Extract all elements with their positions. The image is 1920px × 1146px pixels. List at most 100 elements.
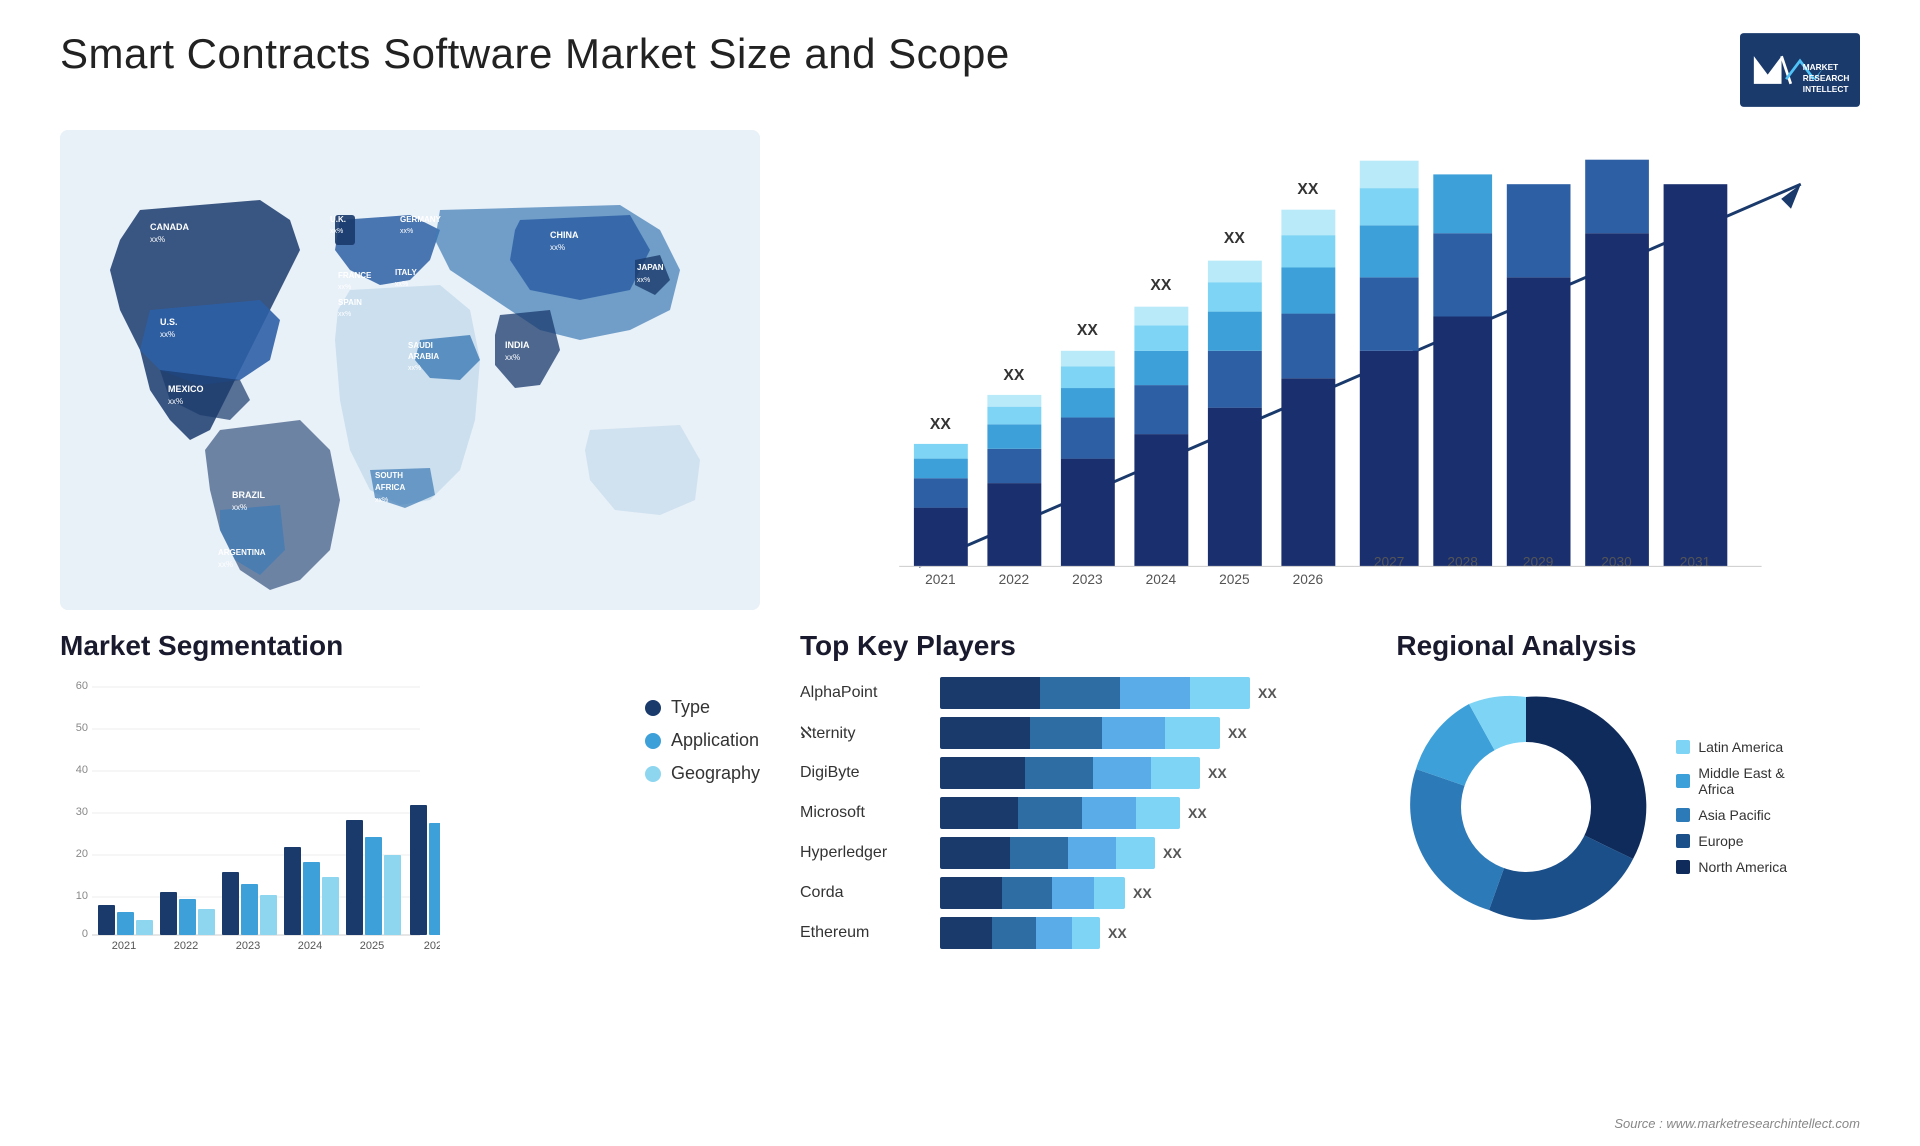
svg-text:RESEARCH: RESEARCH [1803, 73, 1850, 83]
table-row: ℵternity XX [800, 717, 1356, 749]
svg-text:FRANCE: FRANCE [338, 271, 372, 280]
legend-color [1676, 808, 1690, 822]
svg-text:SPAIN: SPAIN [338, 298, 362, 307]
player-bar-container: XX [940, 677, 1356, 709]
segmentation-section: 60 50 40 30 20 10 0 [60, 677, 760, 962]
player-bar [940, 877, 1125, 909]
player-bar-container: XX [940, 837, 1356, 869]
svg-text:GERMANY: GERMANY [400, 215, 442, 224]
main-content: CANADA xx% U.S. xx% MEXICO xx% BRAZIL xx… [60, 130, 1860, 962]
svg-text:ARABIA: ARABIA [408, 352, 439, 361]
player-name: DigiByte [800, 764, 930, 782]
svg-text:60: 60 [76, 680, 88, 692]
legend-label-application: Application [671, 730, 759, 751]
players-section: Top Key Players AlphaPoint XX [800, 630, 1356, 962]
svg-text:10: 10 [76, 890, 88, 902]
player-name: Microsoft [800, 804, 930, 822]
svg-text:xx%: xx% [160, 330, 175, 339]
svg-text:ARGENTINA: ARGENTINA [218, 548, 266, 557]
svg-text:SAUDI: SAUDI [408, 341, 433, 350]
legend-color [1676, 774, 1690, 788]
regional-section: Regional Analysis [1396, 630, 1860, 962]
svg-text:XX: XX [1150, 277, 1171, 294]
svg-text:JAPAN: JAPAN [637, 263, 664, 272]
donut-area: Latin America Middle East & Africa Asia … [1396, 677, 1860, 937]
legend-label-geography: Geography [671, 763, 760, 784]
page-container: Smart Contracts Software Market Size and… [0, 0, 1920, 1146]
svg-text:xx%: xx% [400, 228, 413, 235]
svg-text:2023: 2023 [1072, 572, 1103, 587]
svg-text:INDIA: INDIA [505, 340, 530, 350]
svg-text:2030: 2030 [1601, 554, 1632, 569]
svg-text:2025: 2025 [1219, 572, 1250, 587]
player-bar-container: XX [940, 757, 1356, 789]
seg-legend: Type Application Geography [645, 677, 760, 784]
legend-text: Europe [1698, 833, 1743, 849]
svg-text:2029: 2029 [1523, 554, 1554, 569]
svg-text:2025: 2025 [360, 940, 384, 952]
player-bar [940, 797, 1180, 829]
svg-text:2026: 2026 [1293, 572, 1324, 587]
header: Smart Contracts Software Market Size and… [60, 30, 1860, 110]
segmentation-chart: 60 50 40 30 20 10 0 [60, 677, 440, 957]
player-bar-container: XX [940, 877, 1356, 909]
legend-item-application: Application [645, 730, 760, 751]
svg-text:2027: 2027 [1374, 554, 1405, 569]
players-list: AlphaPoint XX ℵternity [800, 677, 1356, 949]
svg-text:XX: XX [1077, 322, 1098, 339]
svg-text:xx%: xx% [408, 365, 421, 372]
svg-text:2024: 2024 [298, 940, 322, 952]
list-item: Latin America [1676, 739, 1787, 755]
bar-chart-section: XX 2021 XX 2022 XX 2023 [800, 130, 1860, 610]
svg-text:2024: 2024 [1146, 572, 1177, 587]
donut-chart [1396, 677, 1656, 937]
regional-title: Regional Analysis [1396, 630, 1860, 662]
svg-text:xx%: xx% [395, 281, 408, 288]
player-name: AlphaPoint [800, 684, 930, 702]
legend-dot-application [645, 733, 661, 749]
svg-text:xx%: xx% [150, 235, 165, 244]
svg-text:ITALY: ITALY [395, 268, 417, 277]
svg-text:U.K.: U.K. [330, 215, 346, 224]
svg-text:U.S.: U.S. [160, 317, 178, 327]
svg-text:30: 30 [76, 806, 88, 818]
seg-chart-area: 60 50 40 30 20 10 0 [60, 677, 615, 962]
svg-text:2023: 2023 [236, 940, 260, 952]
svg-text:AFRICA: AFRICA [375, 483, 405, 492]
list-item: North America [1676, 859, 1787, 875]
svg-text:xx%: xx% [168, 397, 183, 406]
player-value: XX [1108, 925, 1127, 941]
legend-text: Latin America [1698, 739, 1783, 755]
svg-text:xx%: xx% [550, 243, 565, 252]
table-row: Hyperledger XX [800, 837, 1356, 869]
player-name: ℵternity [800, 723, 930, 743]
table-row: Microsoft XX [800, 797, 1356, 829]
list-item: Middle East & Africa [1676, 765, 1787, 797]
player-bar [940, 677, 1250, 709]
player-bar-container: XX [940, 917, 1356, 949]
svg-text:xx%: xx% [218, 560, 233, 569]
legend-text: North America [1698, 859, 1787, 875]
list-item: Asia Pacific [1676, 807, 1787, 823]
player-bar-container: XX [940, 797, 1356, 829]
legend-item-geography: Geography [645, 763, 760, 784]
svg-text:MEXICO: MEXICO [168, 384, 204, 394]
table-row: Ethereum XX [800, 917, 1356, 949]
legend-color [1676, 740, 1690, 754]
growth-bar-chart: XX 2021 XX 2022 XX 2023 [860, 150, 1840, 630]
player-bar [940, 917, 1100, 949]
legend-color [1676, 834, 1690, 848]
svg-text:2031: 2031 [1680, 554, 1711, 569]
legend-text: Middle East & Africa [1698, 765, 1784, 797]
company-logo: MARKET RESEARCH INTELLECT [1740, 30, 1860, 110]
svg-text:xx%: xx% [232, 503, 247, 512]
player-value: XX [1188, 805, 1207, 821]
donut-legend: Latin America Middle East & Africa Asia … [1676, 739, 1787, 875]
svg-text:2021: 2021 [925, 572, 956, 587]
legend-dot-type [645, 700, 661, 716]
table-row: Corda XX [800, 877, 1356, 909]
svg-text:2028: 2028 [1447, 554, 1478, 569]
player-bar [940, 837, 1155, 869]
bottom-middle: Top Key Players AlphaPoint XX [800, 630, 1860, 962]
player-value: XX [1163, 845, 1182, 861]
